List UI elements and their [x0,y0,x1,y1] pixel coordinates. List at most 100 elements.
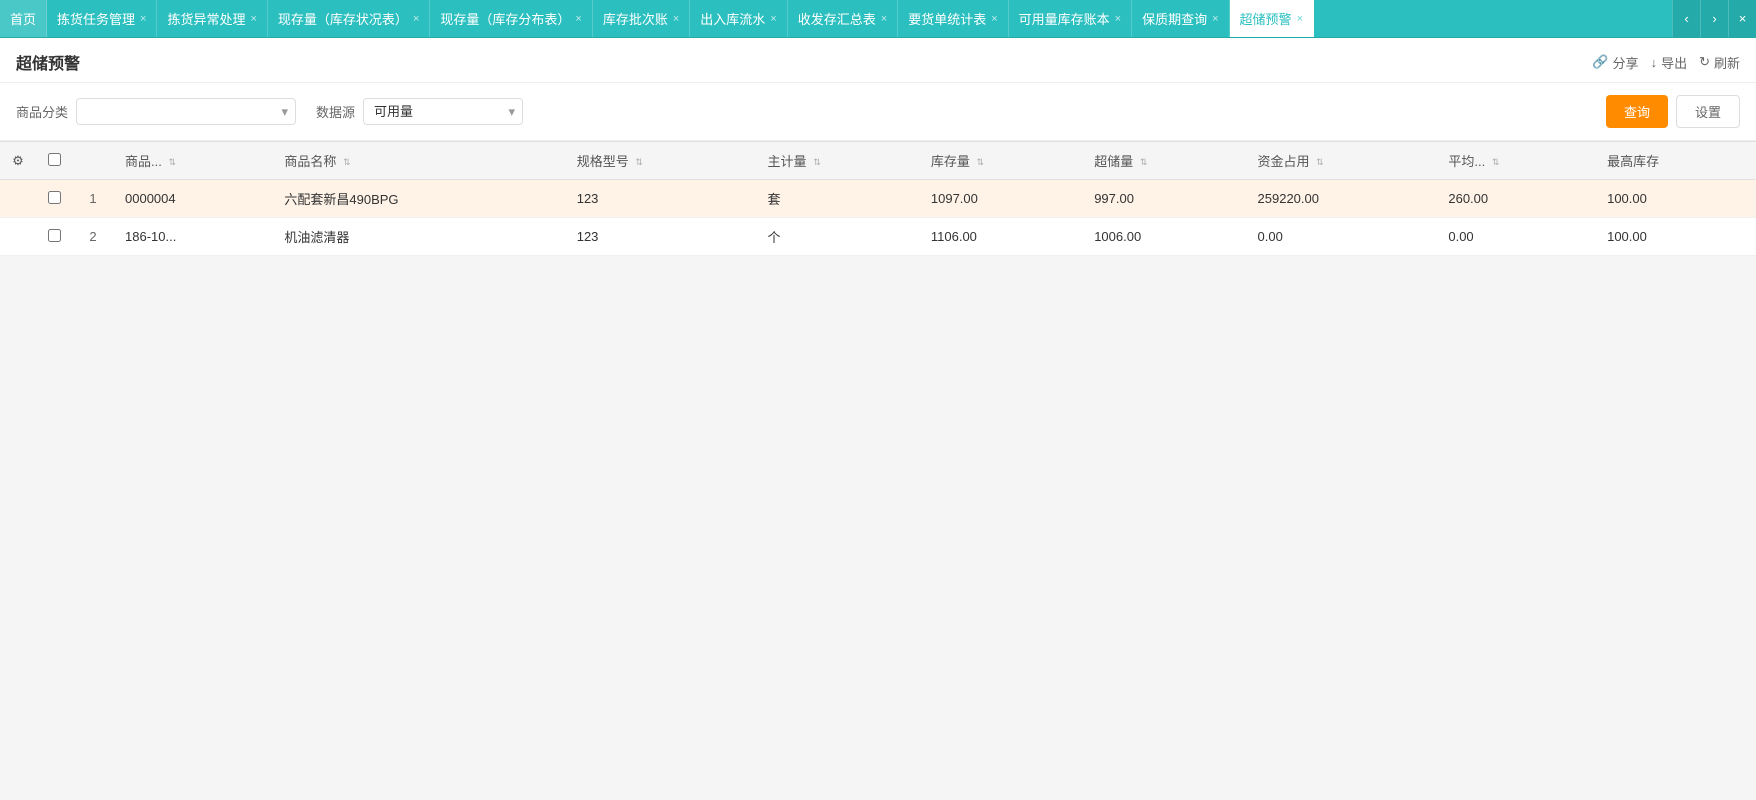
category-label: 商品分类 [16,102,68,121]
close-stock-status[interactable]: × [413,13,419,25]
close-exception[interactable]: × [250,13,256,25]
col-avg[interactable]: 平均... ⇅ [1436,142,1595,180]
col-checkbox[interactable] [36,142,73,180]
nav-arrow-close[interactable]: × [1728,0,1756,38]
close-batch[interactable]: × [673,13,679,25]
col-stock[interactable]: 库存量 ⇅ [919,142,1082,180]
row-unit-0: 套 [756,180,919,218]
close-stock-dist[interactable]: × [575,13,581,25]
col-spec[interactable]: 规格型号 ⇅ [565,142,756,180]
row-select-0[interactable] [48,191,61,204]
row-max-stock-0: 100.00 [1595,180,1756,218]
refresh-button[interactable]: ↻ 刷新 [1699,53,1740,72]
sort-icon-avg: ⇅ [1492,158,1500,167]
data-table: ⚙ 商品... ⇅ 商品名称 ⇅ 规格型号 [0,141,1756,256]
row-capital-1: 0.00 [1246,218,1437,256]
col-capital[interactable]: 资金占用 ⇅ [1246,142,1437,180]
nav-arrow-right[interactable]: › [1700,0,1728,38]
close-overstock[interactable]: × [1297,13,1303,25]
col-product-name[interactable]: 商品名称 ⇅ [272,142,564,180]
export-icon: ↓ [1651,55,1658,70]
row-max-stock-1: 100.00 [1595,218,1756,256]
sort-icon-capital: ⇅ [1316,158,1324,167]
page-header: 超储预警 🔗 分享 ↓ 导出 ↻ 刷新 [0,38,1756,83]
row-overstock-0: 997.00 [1082,180,1245,218]
nav-tab-inout[interactable]: 出入库流水 × [690,0,787,38]
close-available[interactable]: × [1115,13,1121,25]
row-product-code-1: 186-10... [113,218,272,256]
settings-button[interactable]: 设置 [1676,95,1740,128]
row-checkbox-0[interactable] [36,180,73,218]
row-num-0: 1 [73,180,113,218]
header-actions: 🔗 分享 ↓ 导出 ↻ 刷新 [1592,53,1740,72]
sort-icon-stock: ⇅ [977,158,985,167]
refresh-icon: ↻ [1699,54,1710,70]
query-button[interactable]: 查询 [1606,95,1668,128]
close-quality[interactable]: × [1212,13,1218,25]
row-stock-1: 1106.00 [919,218,1082,256]
export-button[interactable]: ↓ 导出 [1651,53,1688,72]
table-row[interactable]: 1 0000004 六配套新昌490BPG 123 套 1097.00 997.… [0,180,1756,218]
nav-tab-batch[interactable]: 库存批次账 × [593,0,690,38]
sort-icon-unit: ⇅ [813,158,821,167]
row-checkbox-1[interactable] [36,218,73,256]
top-nav: 首页 拣货任务管理 × 拣货异常处理 × 现存量（库存状况表） × 现存量（库存… [0,0,1756,38]
nav-tab-overstock[interactable]: 超储预警 × [1230,0,1314,38]
row-overstock-1: 1006.00 [1082,218,1245,256]
close-inout[interactable]: × [770,13,776,25]
gear-icon: ⚙ [12,153,24,168]
col-product-code[interactable]: 商品... ⇅ [113,142,272,180]
row-select-1[interactable] [48,229,61,242]
category-filter: 商品分类 [16,98,296,125]
nav-tab-available[interactable]: 可用量库存账本 × [1009,0,1132,38]
row-settings-1[interactable] [0,218,36,256]
datasource-filter: 数据源 可用量 库存量 [316,98,523,125]
nav-tab-collect[interactable]: 收发存汇总表 × [788,0,898,38]
sort-icon-spec: ⇅ [635,158,643,167]
sort-icon-overstock: ⇅ [1140,158,1148,167]
nav-arrows: ‹ › × [1672,0,1756,38]
col-unit[interactable]: 主计量 ⇅ [756,142,919,180]
table-wrapper: ⚙ 商品... ⇅ 商品名称 ⇅ 规格型号 [0,141,1756,256]
table-row[interactable]: 2 186-10... 机油滤清器 123 个 1106.00 1006.00 … [0,218,1756,256]
nav-tab-task-mgmt[interactable]: 拣货任务管理 × [47,0,157,38]
select-all-checkbox[interactable] [48,153,61,166]
nav-tab-stock-dist[interactable]: 现存量（库存分布表） × [430,0,592,38]
row-spec-1: 123 [565,218,756,256]
nav-tab-order-stat[interactable]: 要货单统计表 × [898,0,1008,38]
category-select[interactable] [76,98,296,125]
col-settings[interactable]: ⚙ [0,142,36,180]
row-spec-0: 123 [565,180,756,218]
row-product-code-0: 0000004 [113,180,272,218]
page-content: 超储预警 🔗 分享 ↓ 导出 ↻ 刷新 商品分类 [0,38,1756,256]
row-product-name-1: 机油滤清器 [272,218,564,256]
share-button[interactable]: 🔗 分享 [1592,53,1638,72]
filter-actions: 查询 设置 [1606,95,1740,128]
row-settings-0[interactable] [0,180,36,218]
sort-icon-product-code: ⇅ [168,158,176,167]
col-max-stock[interactable]: 最高库存 [1595,142,1756,180]
nav-tab-home[interactable]: 首页 [0,0,47,38]
col-overstock[interactable]: 超储量 ⇅ [1082,142,1245,180]
category-select-wrapper [76,98,296,125]
nav-tab-exception[interactable]: 拣货异常处理 × [157,0,267,38]
page-title: 超储预警 [16,50,80,74]
close-collect[interactable]: × [881,13,887,25]
datasource-label: 数据源 [316,102,355,121]
sort-icon-product-name: ⇅ [343,158,351,167]
datasource-select[interactable]: 可用量 库存量 [363,98,523,125]
close-order-stat[interactable]: × [991,13,997,25]
row-product-name-0: 六配套新昌490BPG [272,180,564,218]
close-task-mgmt[interactable]: × [140,13,146,25]
col-row-num [73,142,113,180]
filter-bar: 商品分类 数据源 可用量 库存量 查询 设置 [0,83,1756,141]
row-avg-1: 0.00 [1436,218,1595,256]
nav-tab-quality[interactable]: 保质期查询 × [1132,0,1229,38]
row-capital-0: 259220.00 [1246,180,1437,218]
nav-arrow-left[interactable]: ‹ [1672,0,1700,38]
row-num-1: 2 [73,218,113,256]
row-unit-1: 个 [756,218,919,256]
row-stock-0: 1097.00 [919,180,1082,218]
nav-tab-stock-status[interactable]: 现存量（库存状况表） × [268,0,430,38]
row-avg-0: 260.00 [1436,180,1595,218]
